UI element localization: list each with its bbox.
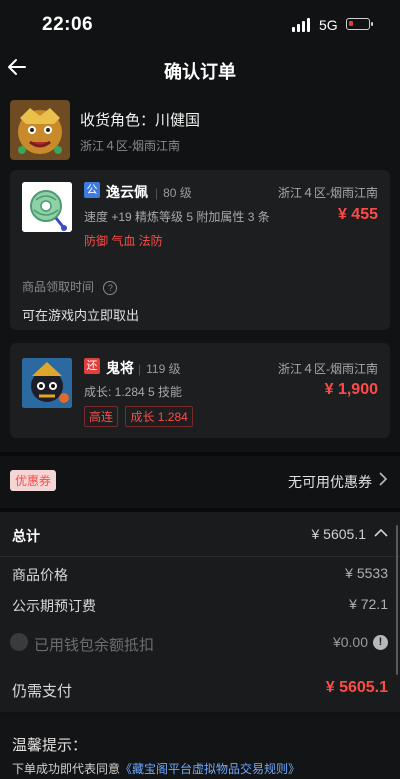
question-mark-icon[interactable]: ? xyxy=(103,281,118,295)
coupon-badge: 优惠券 xyxy=(10,470,57,491)
scrollbar[interactable] xyxy=(396,525,398,675)
summary-row-label: 公示期预订费 xyxy=(12,598,96,614)
item-name: 鬼将 xyxy=(106,360,134,376)
chevron-up-icon[interactable] xyxy=(374,526,388,544)
notice-text: 下单成功即代表同意《藏宝阁平台虚拟物品交易规则》 xyxy=(12,760,300,777)
item-badge: 成长 1.284 xyxy=(125,406,193,427)
pickup-time-label-text: 商品领取时间 xyxy=(22,280,95,294)
notice-prefix: 下单成功即代表同意 xyxy=(12,762,121,776)
item-name: 逸云佩 xyxy=(106,184,148,200)
nav-bar: 确认订单 xyxy=(0,50,400,90)
receiver-role: 收货角色：川健国 xyxy=(80,112,201,129)
item-badges: 高连 成长 1.284 xyxy=(84,406,196,427)
page-title: 确认订单 xyxy=(164,62,236,82)
amount-due-label: 仍需支付 xyxy=(12,683,73,700)
item-attributes: 速度 +19 精炼等级 5 附加属性 3 条 xyxy=(84,210,270,224)
item-server: 浙江４区-烟雨江南 xyxy=(278,362,378,376)
signal-icon xyxy=(292,18,314,32)
clock: 22:06 xyxy=(42,14,94,35)
summary-row-value: ¥ 5533 xyxy=(345,565,388,581)
divider xyxy=(0,556,400,557)
summary-row-label: 商品价格 xyxy=(12,567,68,583)
info-icon[interactable]: ! xyxy=(373,635,388,650)
item-level: 119 级 xyxy=(138,360,180,377)
item-card[interactable]: 公 逸云佩 80 级 浙江４区-烟雨江南 ¥ 455 速度 +19 精炼等级 5… xyxy=(10,170,390,330)
summary-row-value: ¥ 72.1 xyxy=(349,596,388,612)
item-price: ¥ 455 xyxy=(337,206,378,223)
rules-link[interactable]: 《藏宝阁平台虚拟物品交易规则》 xyxy=(120,762,300,776)
chevron-right-icon xyxy=(378,472,388,491)
item-attributes: 成长: 1.284 5 技能 xyxy=(84,385,183,399)
item-image xyxy=(22,358,72,408)
coupon-row[interactable]: 优惠券 无可用优惠券 xyxy=(0,462,400,502)
item-server: 浙江４区-烟雨江南 xyxy=(278,186,378,200)
receiver-section: 收货角色：川健国 浙江４区-烟雨江南 xyxy=(0,95,400,165)
item-price: ¥ 1,900 xyxy=(324,381,378,398)
item-badge: 高连 xyxy=(84,406,119,427)
coupon-value: 无可用优惠券 xyxy=(288,474,372,490)
network-type: 5G xyxy=(319,17,338,33)
total-value: ¥ 5605.1 xyxy=(311,526,367,542)
item-image xyxy=(22,182,72,232)
item-card[interactable]: 还 鬼将 119 级 浙江４区-烟雨江南 ¥ 1,900 成长: 1.284 5… xyxy=(10,343,390,438)
wallet-deduct-label: 已用钱包余额抵扣 xyxy=(34,637,155,654)
total-label: 总计 xyxy=(12,528,40,544)
price-summary: 总计 ¥ 5605.1 商品价格 ¥ 5533 公示期预订费 ¥ 72.1 已用… xyxy=(0,512,400,712)
role-avatar xyxy=(10,100,70,160)
section-separator xyxy=(0,452,400,456)
wallet-deduct-value: ¥0.00 xyxy=(332,634,368,650)
notice-section: 温馨提示： 下单成功即代表同意《藏宝阁平台虚拟物品交易规则》 xyxy=(0,716,400,779)
battery-icon xyxy=(346,18,373,30)
item-effects: 防御 气血 法防 xyxy=(84,234,163,248)
wallet-checkbox[interactable] xyxy=(10,633,28,651)
status-bar: 22:06 5G xyxy=(0,0,400,50)
amount-due-value: ¥ 5605.1 xyxy=(325,679,388,696)
receiver-server: 浙江４区-烟雨江南 xyxy=(80,139,180,153)
item-level: 80 级 xyxy=(155,184,192,201)
trade-type-badge: 公 xyxy=(84,182,100,198)
pickup-time-label: 商品领取时间 ? xyxy=(22,278,118,295)
pickup-time-value: 可在游戏内立即取出 xyxy=(22,308,140,323)
trade-type-badge: 还 xyxy=(84,358,100,374)
notice-title: 温馨提示： xyxy=(12,737,88,754)
